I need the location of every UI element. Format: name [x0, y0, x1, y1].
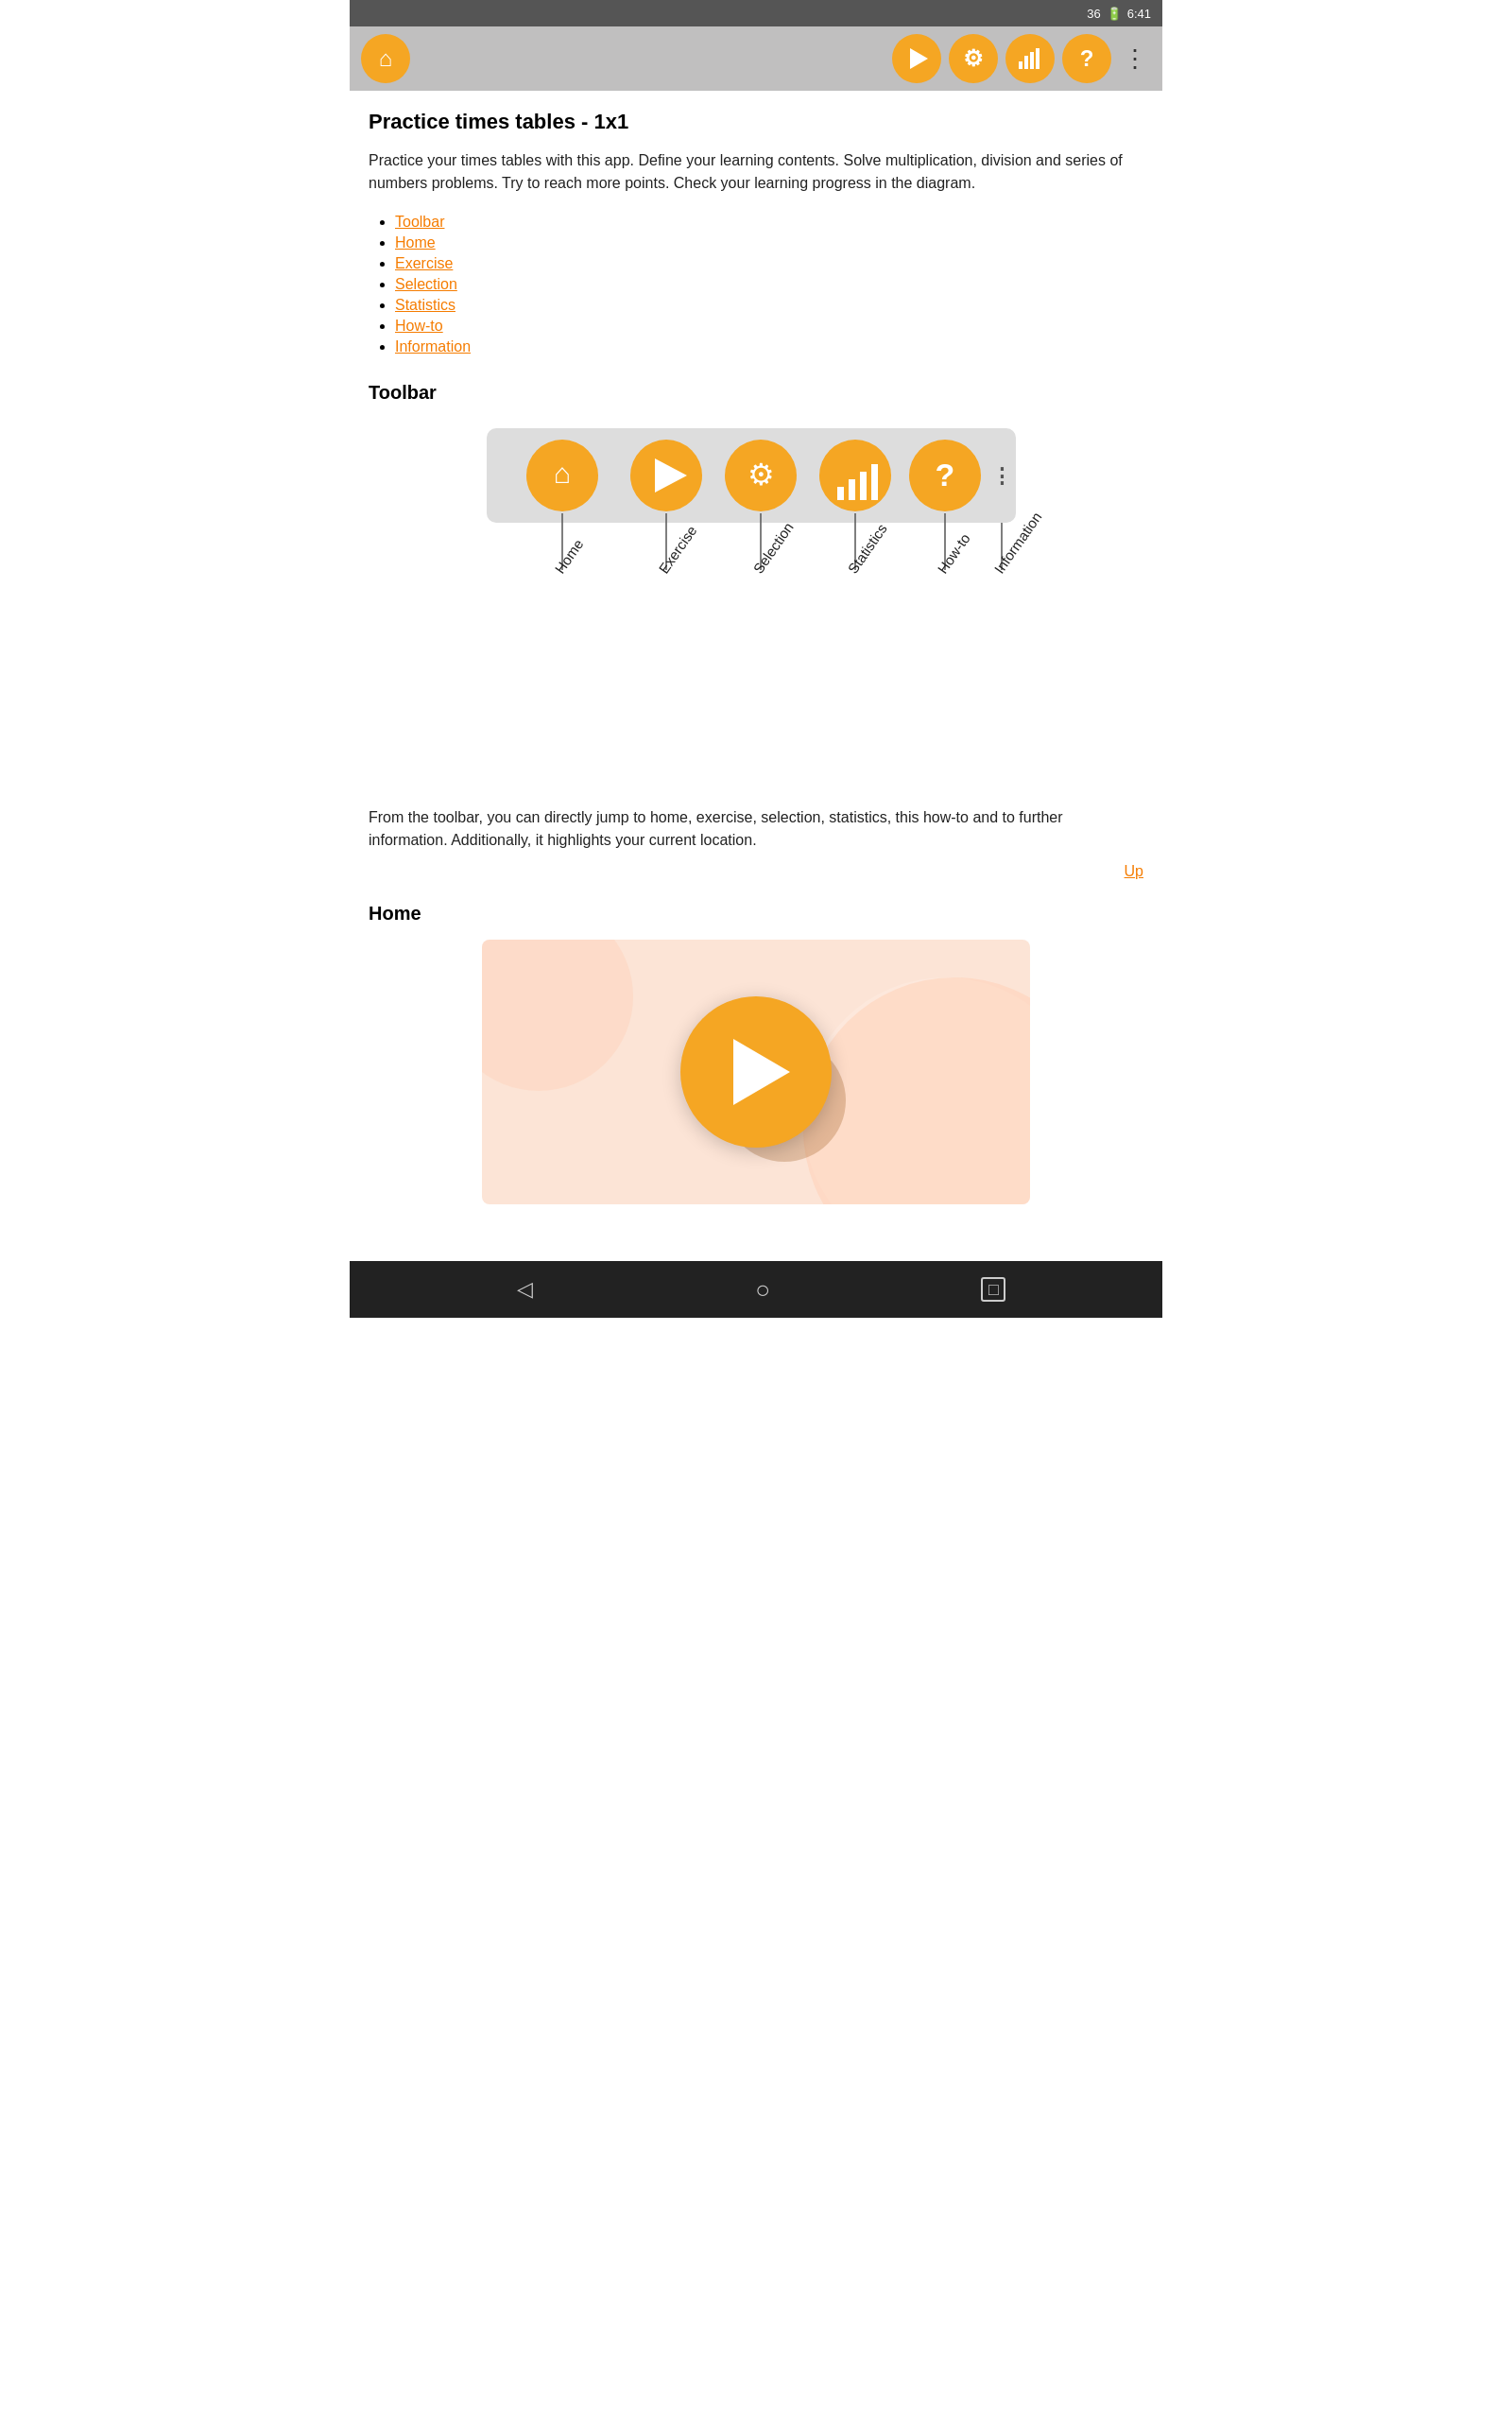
list-item-information: Information	[395, 338, 1143, 355]
toolbar-diagram-section: ⌂ ⚙ ? ⋮	[369, 419, 1143, 778]
settings-button[interactable]: ⚙	[949, 34, 998, 83]
svg-rect-15	[871, 464, 878, 500]
up-link-container: Up	[369, 863, 1143, 880]
list-item-selection: Selection	[395, 276, 1143, 293]
app-toolbar: ⌂ ⚙ ? ⋮	[350, 26, 1162, 91]
svg-text:Statistics: Statistics	[845, 521, 890, 577]
up-link[interactable]: Up	[1125, 863, 1143, 879]
svg-rect-3	[1036, 48, 1040, 69]
svg-text:?: ?	[936, 457, 955, 493]
toolbar-link[interactable]: Toolbar	[395, 214, 444, 230]
home-play-button[interactable]	[680, 996, 832, 1148]
main-content: Practice times tables - 1x1 Practice you…	[350, 91, 1162, 1261]
svg-text:Exercise: Exercise	[656, 523, 700, 577]
svg-text:⋮: ⋮	[991, 464, 1012, 488]
information-link[interactable]: Information	[395, 338, 471, 354]
svg-text:How-to: How-to	[935, 530, 973, 577]
home-section-title: Home	[369, 903, 1143, 925]
recent-apps-button[interactable]: □	[981, 1277, 1005, 1302]
navigation-list: Toolbar Home Exercise Selection Statisti…	[369, 214, 1143, 355]
toolbar-description: From the toolbar, you can directly jump …	[369, 806, 1143, 852]
svg-rect-0	[1019, 61, 1022, 69]
more-options-button[interactable]: ⋮	[1119, 41, 1151, 78]
svg-rect-14	[860, 472, 867, 500]
list-item-home: Home	[395, 234, 1143, 251]
home-link[interactable]: Home	[395, 234, 436, 251]
svg-text:Selection: Selection	[750, 519, 797, 576]
time-display: 6:41	[1127, 7, 1151, 21]
home-nav-button[interactable]: ○	[744, 1270, 782, 1308]
home-image-container	[369, 940, 1143, 1204]
toolbar-section-title: Toolbar	[369, 382, 1143, 404]
battery-icon: 🔋	[1107, 7, 1122, 21]
exercise-link[interactable]: Exercise	[395, 255, 453, 271]
svg-text:Home: Home	[552, 536, 587, 577]
bottom-navigation: ◁ ○ □	[350, 1261, 1162, 1318]
back-button[interactable]: ◁	[507, 1270, 544, 1308]
list-item-exercise: Exercise	[395, 255, 1143, 272]
svg-rect-12	[837, 487, 844, 500]
status-bar: 36 🔋 6:41	[350, 0, 1162, 26]
svg-rect-13	[849, 479, 855, 500]
home-screenshot	[482, 940, 1030, 1204]
toolbar-diagram-svg: ⌂ ⚙ ? ⋮	[477, 419, 1035, 778]
svg-rect-2	[1030, 52, 1034, 69]
stats-button[interactable]	[1005, 34, 1055, 83]
list-item-toolbar: Toolbar	[395, 214, 1143, 231]
statistics-link[interactable]: Statistics	[395, 297, 455, 313]
help-button[interactable]: ?	[1062, 34, 1111, 83]
howto-link[interactable]: How-to	[395, 318, 443, 334]
page-title: Practice times tables - 1x1	[369, 110, 1143, 134]
svg-text:⚙: ⚙	[747, 458, 775, 492]
signal-indicator: 36	[1087, 7, 1100, 21]
play-button[interactable]	[892, 34, 941, 83]
toolbar-right: ⚙ ? ⋮	[892, 34, 1151, 83]
svg-point-11	[819, 440, 891, 511]
toolbar-left: ⌂	[361, 34, 410, 83]
svg-text:⌂: ⌂	[554, 458, 571, 489]
selection-link[interactable]: Selection	[395, 276, 457, 292]
home-section: Home	[369, 903, 1143, 1204]
intro-paragraph: Practice your times tables with this app…	[369, 149, 1143, 195]
svg-rect-1	[1024, 56, 1028, 69]
list-item-howto: How-to	[395, 318, 1143, 335]
list-item-statistics: Statistics	[395, 297, 1143, 314]
home-button[interactable]: ⌂	[361, 34, 410, 83]
